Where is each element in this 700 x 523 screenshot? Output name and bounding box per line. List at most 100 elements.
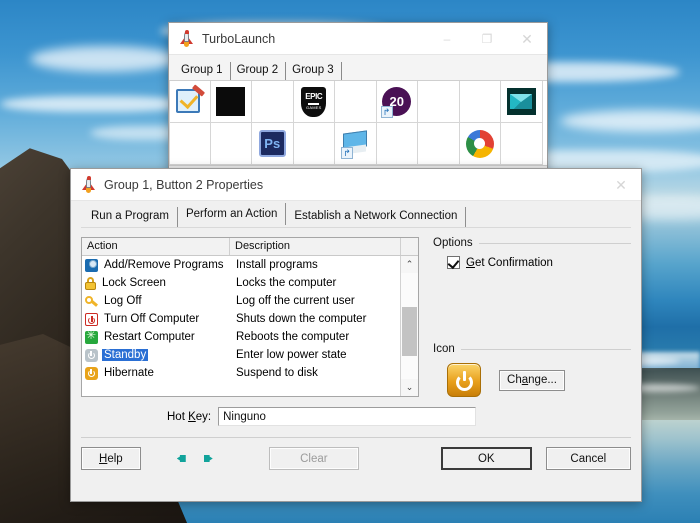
launcher-cell-epic-games[interactable]: EPIC GAMES	[293, 81, 335, 123]
options-group-label: Options	[433, 237, 631, 249]
launcher-row: Ps ↱	[169, 123, 547, 165]
epic-games-icon: EPIC GAMES	[301, 86, 327, 117]
shortcut-overlay-icon: ↱	[380, 106, 393, 118]
action-label: Turn Off Computer	[104, 313, 200, 325]
options-and-icon-pane: Options Get Confirmation Icon Ch a nge..…	[433, 237, 631, 397]
hotkey-input[interactable]	[218, 407, 477, 426]
get-confirmation-label: Get Confirmation	[466, 256, 553, 269]
maximize-icon[interactable]: ❐	[467, 23, 507, 54]
column-header-action[interactable]: Action	[82, 238, 230, 255]
options-label-text: Options	[433, 237, 473, 249]
launcher-cell-empty[interactable]	[418, 81, 460, 123]
launcher-cell-empty[interactable]	[252, 81, 294, 123]
action-description: Reboots the computer	[236, 331, 350, 343]
action-label: Standby	[102, 349, 149, 361]
hotkey-label: Hot Key:	[167, 410, 212, 423]
action-list[interactable]: Action Description Add/Remove Programs I…	[81, 237, 419, 397]
get-confirmation-checkbox-row[interactable]: Get Confirmation	[447, 256, 631, 269]
mail-envelope-icon	[506, 88, 536, 115]
action-description: Enter low power state	[236, 349, 347, 361]
action-label: Add/Remove Programs	[104, 259, 224, 271]
launcher-grid: EPIC GAMES 20 ↱ Ps ↱	[169, 81, 547, 165]
action-label: Restart Computer	[104, 331, 195, 343]
launcher-cell-purple-20[interactable]: 20 ↱	[376, 81, 418, 123]
change-icon-button[interactable]: Ch a nge...	[499, 369, 565, 391]
close-icon[interactable]: ✕	[601, 169, 641, 200]
action-list-scrollbar[interactable]: ⌃ ⌄	[400, 256, 418, 396]
tab-group-1[interactable]: Group 1	[175, 62, 231, 80]
clear-button[interactable]: Clear	[268, 447, 359, 470]
standby-gray-power-icon	[85, 348, 98, 362]
launcher-cell-notepad-checklist[interactable]	[169, 81, 211, 123]
tab-run-a-program[interactable]: Run a Program	[83, 207, 178, 227]
scroll-down-icon[interactable]: ⌄	[401, 379, 418, 396]
cancel-button[interactable]: Cancel	[545, 447, 631, 470]
launcher-cell-empty[interactable]	[376, 123, 418, 165]
tab-group-2[interactable]: Group 2	[231, 62, 287, 80]
group-divider	[460, 348, 631, 350]
icon-group: Icon Ch a nge...	[433, 343, 631, 397]
ok-button[interactable]: OK	[440, 447, 532, 470]
dialog-title: Group 1, Button 2 Properties	[104, 177, 264, 192]
action-description: Suspend to disk	[236, 367, 318, 379]
launcher-cell-mail[interactable]	[501, 81, 543, 123]
launcher-cell-empty[interactable]	[418, 123, 460, 165]
cloud	[0, 96, 190, 112]
turbolaunch-group-tabs: Group 1 Group 2 Group 3	[169, 55, 547, 81]
action-list-body: Add/Remove Programs Install programs Loc…	[82, 256, 418, 396]
key-icon	[85, 295, 98, 308]
notepad-checklist-icon	[175, 83, 205, 117]
action-row-log-off[interactable]: Log Off Log off the current user	[82, 292, 400, 310]
action-row-add-remove-programs[interactable]: Add/Remove Programs Install programs	[82, 256, 400, 274]
launcher-cell-chrome[interactable]	[459, 123, 501, 165]
dialog-footer: Help Clear OK Cancel	[81, 447, 631, 470]
forward-arrow-icon[interactable]	[203, 452, 219, 465]
chrome-icon	[465, 129, 494, 158]
launcher-cell-black-square[interactable]	[210, 81, 252, 123]
launcher-cell-monitor[interactable]: ↱	[335, 123, 377, 165]
shortcut-overlay-icon: ↱	[341, 147, 353, 159]
action-row-standby[interactable]: Standby Enter low power state	[82, 346, 400, 364]
action-description: Locks the computer	[236, 277, 337, 289]
turbolaunch-window-controls: – ❐ ✕	[427, 23, 547, 54]
dialog-titlebar[interactable]: Group 1, Button 2 Properties ✕	[71, 169, 641, 201]
launcher-cell-empty[interactable]	[501, 123, 543, 165]
footer-divider	[81, 437, 631, 438]
launcher-cell-photoshop[interactable]: Ps	[252, 123, 294, 165]
action-row-turn-off-computer[interactable]: Turn Off Computer Shuts down the compute…	[82, 310, 400, 328]
cloud	[30, 46, 180, 72]
tab-group-3[interactable]: Group 3	[286, 62, 342, 80]
action-label: Lock Screen	[102, 277, 166, 289]
action-row-lock-screen[interactable]: Lock Screen Locks the computer	[82, 274, 400, 292]
dialog-body: Run a Program Perform an Action Establis…	[71, 203, 641, 479]
action-description: Shuts down the computer	[236, 313, 367, 325]
rocket-icon	[178, 30, 195, 47]
minimize-icon[interactable]: –	[427, 23, 467, 54]
get-confirmation-checkbox[interactable]	[447, 256, 460, 269]
turbolaunch-window[interactable]: TurboLaunch – ❐ ✕ Group 1 Group 2 Group …	[168, 22, 548, 188]
action-label: Hibernate	[104, 367, 154, 379]
close-icon[interactable]: ✕	[507, 23, 547, 54]
action-row-hibernate[interactable]: Hibernate Suspend to disk	[82, 364, 400, 382]
button-properties-dialog[interactable]: Group 1, Button 2 Properties ✕ Run a Pro…	[70, 168, 642, 502]
tab-page-perform-an-action: Action Description Add/Remove Programs I…	[81, 227, 631, 397]
column-header-pad	[401, 238, 418, 255]
scrollbar-thumb[interactable]	[402, 306, 417, 356]
turbolaunch-titlebar[interactable]: TurboLaunch – ❐ ✕	[169, 23, 547, 55]
black-square-icon	[216, 87, 246, 116]
launcher-cell-empty[interactable]	[169, 123, 211, 165]
help-button[interactable]: Help	[81, 447, 141, 470]
power-off-red-icon	[85, 312, 98, 326]
back-arrow-icon[interactable]	[176, 452, 192, 465]
launcher-cell-empty[interactable]	[459, 81, 501, 123]
launcher-cell-empty[interactable]	[335, 81, 377, 123]
action-row-restart-computer[interactable]: Restart Computer Reboots the computer	[82, 328, 400, 346]
scroll-up-icon[interactable]: ⌃	[401, 256, 418, 273]
scrollbar-track[interactable]	[401, 273, 418, 379]
launcher-cell-empty[interactable]	[293, 123, 335, 165]
options-group: Options Get Confirmation	[433, 237, 631, 269]
tab-establish-a-network-connection[interactable]: Establish a Network Connection	[286, 207, 467, 227]
launcher-cell-empty[interactable]	[210, 123, 252, 165]
column-header-description[interactable]: Description	[230, 238, 401, 255]
tab-perform-an-action[interactable]: Perform an Action	[177, 203, 287, 225]
